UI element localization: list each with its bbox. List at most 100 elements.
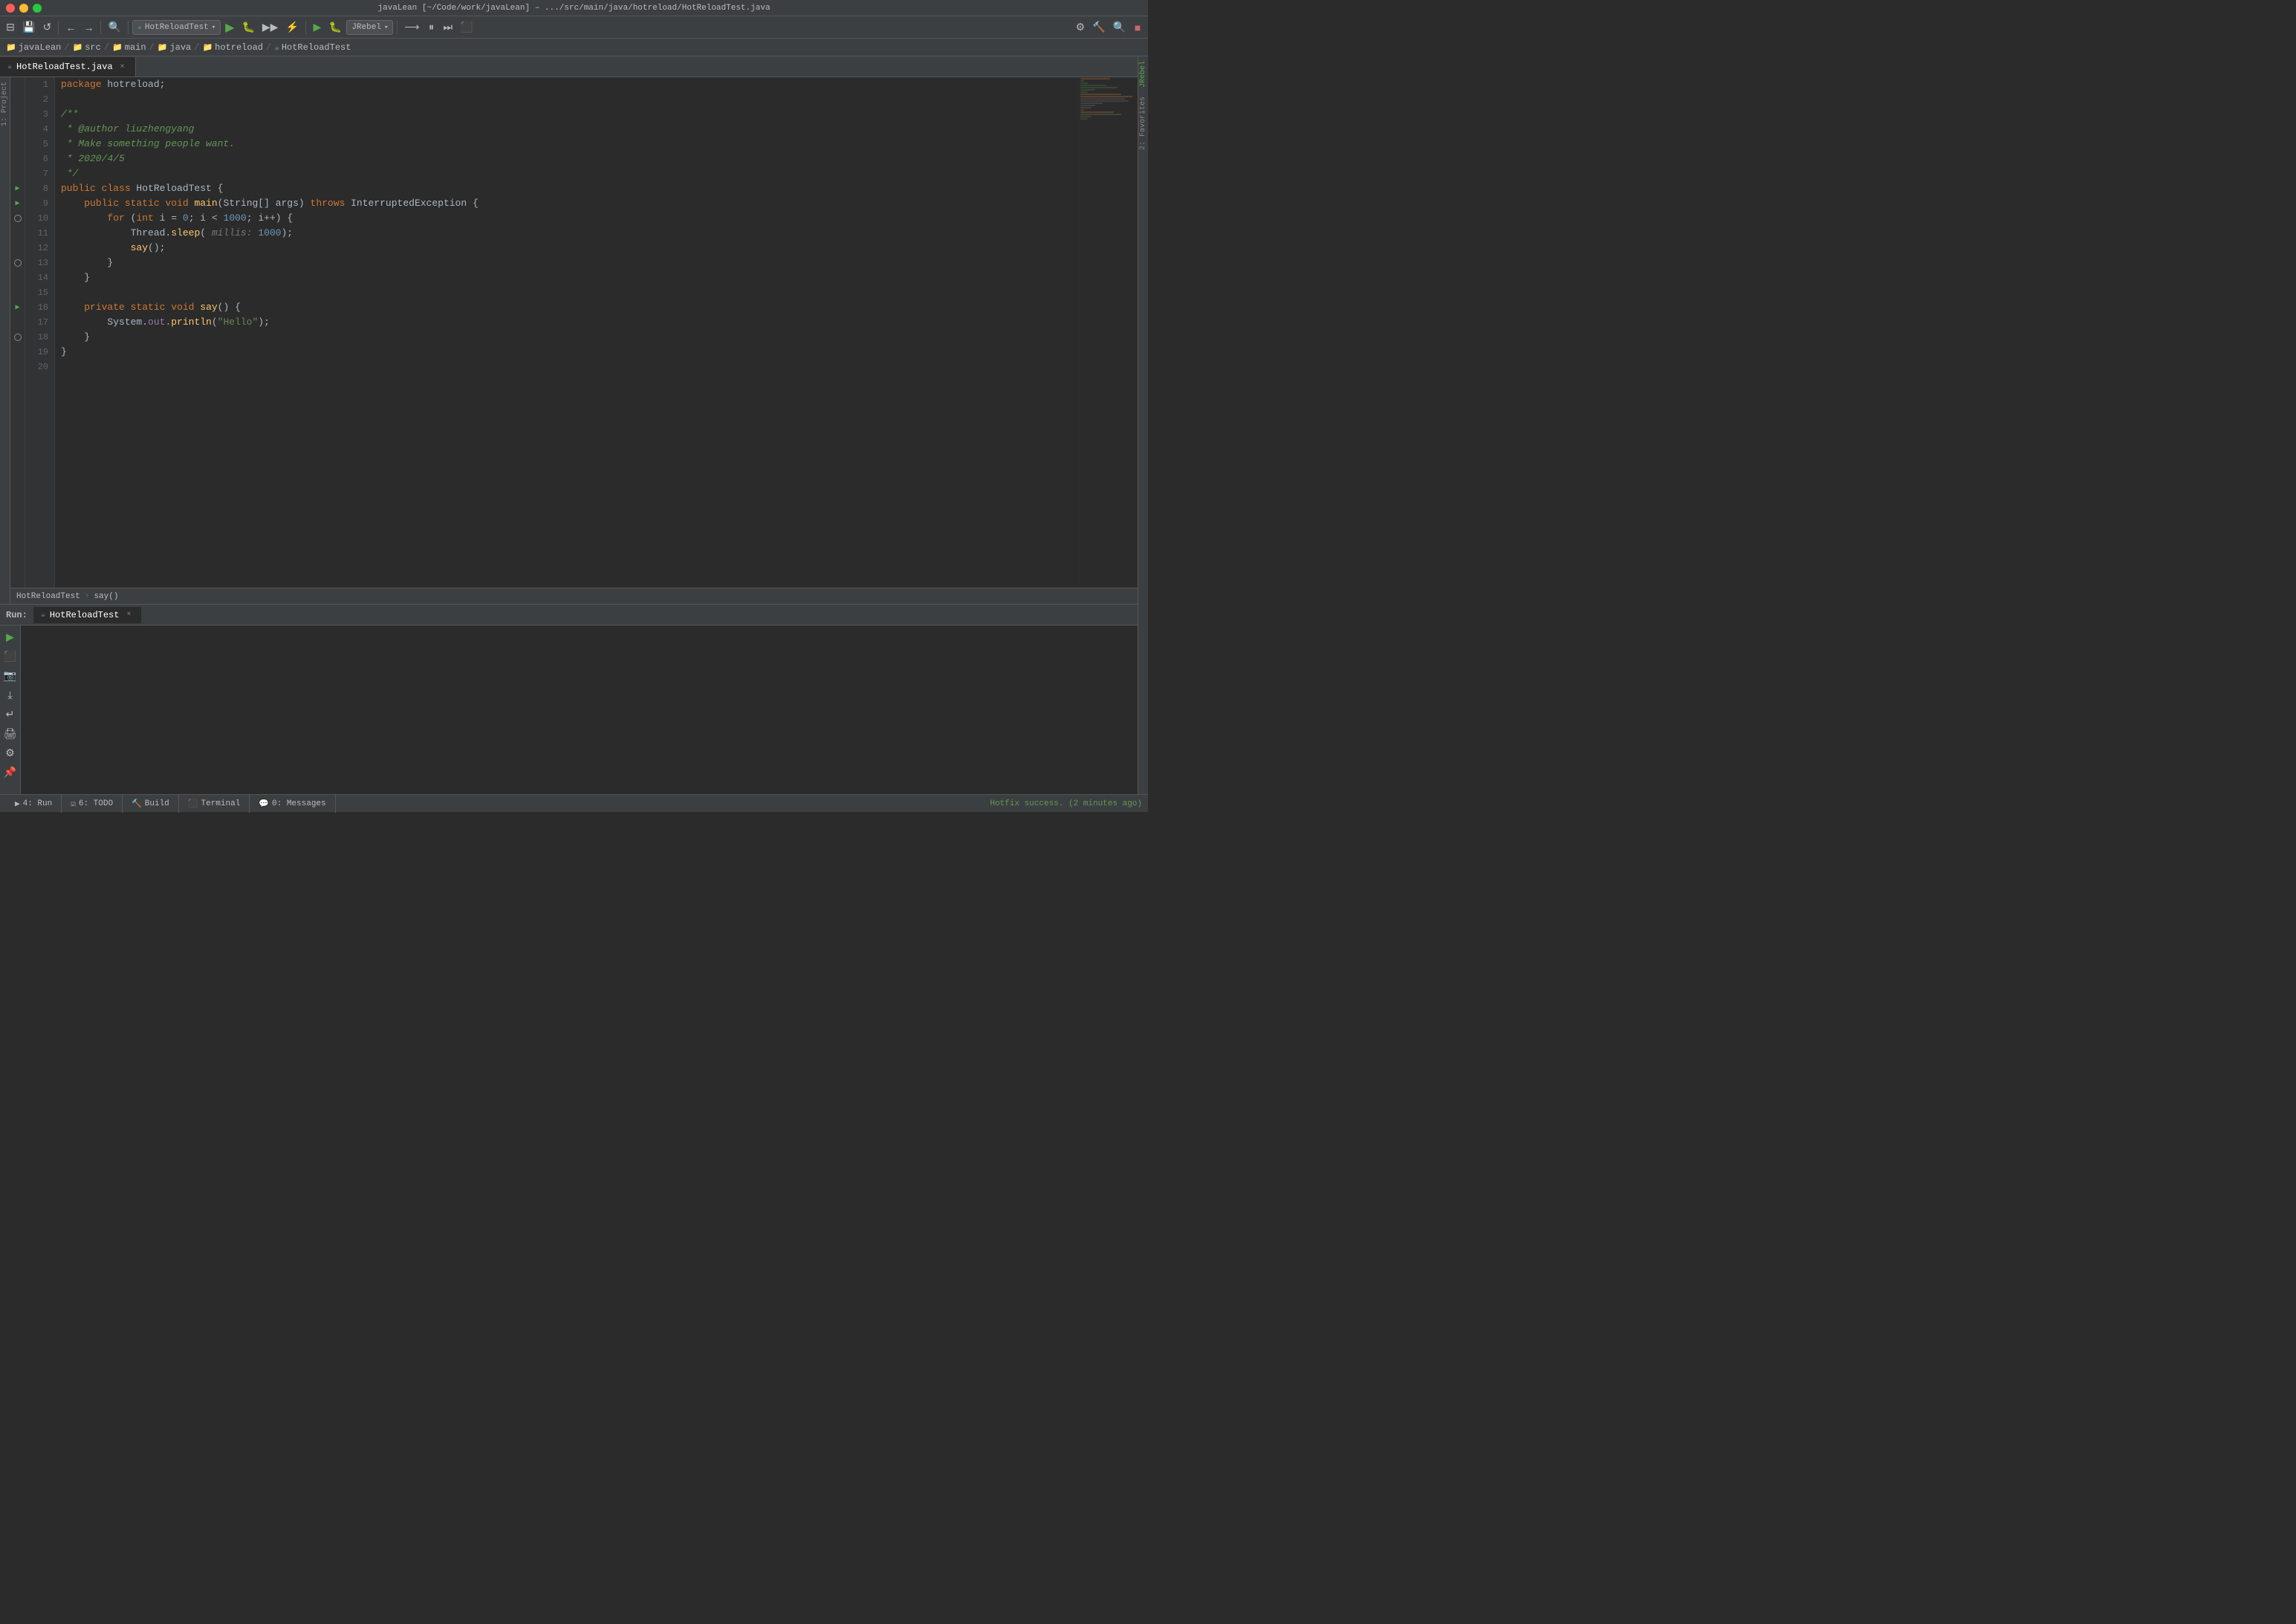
stop-button[interactable]: ⬛ — [457, 19, 476, 36]
maximize-button[interactable] — [33, 4, 42, 13]
tab-close-button[interactable]: × — [117, 62, 128, 72]
scroll-end-button[interactable]: ⤓ — [2, 686, 19, 703]
tab-hotreloadtest[interactable]: ☕ HotReloadTest.java × — [0, 57, 136, 77]
gutter-run-16[interactable]: ▶ — [10, 300, 25, 315]
messages-icon: 💬 — [259, 799, 269, 809]
gutter-3 — [10, 107, 25, 122]
use-soft-wraps-button[interactable]: ↵ — [2, 706, 19, 722]
forward-button[interactable]: → — [80, 19, 97, 36]
pause-button[interactable]: ⏸ — [424, 19, 438, 36]
title-bar: javaLean [~/Code/work/javaLean] – .../sr… — [0, 0, 1148, 16]
build-icon: 🔨 — [132, 799, 142, 809]
favorites-side-label[interactable]: 2: Favorites — [1138, 92, 1148, 155]
code-line-15 — [61, 285, 1072, 300]
src-icon: 📁 — [73, 42, 83, 53]
rerun-button[interactable]: ▶ — [2, 629, 19, 645]
gutter-10 — [10, 211, 25, 226]
minimap — [1078, 77, 1138, 588]
run-tab-close[interactable]: × — [123, 610, 134, 620]
main-icon: 📁 — [112, 42, 123, 53]
bottom-tab-todo[interactable]: ☑ 6: TODO — [62, 795, 123, 813]
window-title: javaLean [~/Code/work/javaLean] – .../sr… — [377, 4, 770, 13]
jrebel-debug-button[interactable]: 🐛 — [326, 19, 345, 36]
run-button[interactable]: ▶ — [222, 19, 237, 36]
bottom-tab-messages[interactable]: 💬 0: Messages — [250, 795, 335, 813]
search-everywhere-button[interactable]: 🔍 — [105, 19, 123, 36]
jrebel-run-button[interactable]: ▶ — [310, 19, 325, 36]
settings-button[interactable]: ⚙ — [1073, 19, 1089, 36]
gutter-11 — [10, 226, 25, 241]
code-line-8: public class HotReloadTest { — [61, 181, 1072, 196]
java-folder-icon: 📁 — [158, 42, 168, 53]
code-line-20 — [61, 360, 1072, 374]
breadcrumb-src[interactable]: 📁 src — [73, 42, 101, 53]
gutter-run-9[interactable]: ▶ — [10, 196, 25, 211]
back-button[interactable]: ← — [62, 19, 79, 36]
print-button[interactable]: 🖨 — [2, 725, 19, 741]
jrebel-side-label[interactable]: JRebel — [1138, 56, 1148, 92]
editor-section: 1: Project ▶ ▶ — [0, 77, 1148, 604]
gutter-2 — [10, 92, 25, 107]
gutter-14 — [10, 270, 25, 285]
sync-button[interactable]: ↺ — [39, 19, 54, 36]
debug-button[interactable]: 🐛 — [239, 19, 257, 36]
bottom-status-bar: ▶ 4: Run ☑ 6: TODO 🔨 Build ⬛ Terminal 💬 … — [0, 794, 1148, 812]
vm-options-button[interactable]: ■ — [1130, 19, 1145, 36]
status-method[interactable]: say() — [94, 592, 118, 601]
code-line-7: */ — [61, 166, 1072, 181]
breadcrumb-java[interactable]: 📁 java — [158, 42, 192, 53]
restore-layout-button[interactable]: 📷 — [2, 667, 19, 683]
editor-tab-bar: ☕ HotReloadTest.java × — [0, 56, 1148, 77]
breadcrumb-main[interactable]: 📁 main — [112, 42, 146, 53]
run-content: ▶ ⬛ 📷 ⤓ ↵ 🖨 ⚙ 📌 — [0, 626, 1148, 812]
run-coverage-button[interactable]: ▶▶ — [259, 19, 282, 36]
code-line-5: * Make something people want. — [61, 137, 1072, 152]
gutter: ▶ ▶ ▶ — [10, 77, 25, 588]
breadcrumb-javaLean[interactable]: 📁 javaLean — [6, 42, 61, 53]
code-line-16: private static void say() { — [61, 300, 1072, 315]
code-line-12: say(); — [61, 241, 1072, 256]
breadcrumb-class[interactable]: ☕ HotReloadTest — [274, 42, 351, 53]
minimize-button[interactable] — [19, 4, 28, 13]
pin-button[interactable]: 📌 — [2, 764, 19, 780]
project-panel-label[interactable]: 1: Project — [0, 77, 10, 131]
bottom-tab-terminal[interactable]: ⬛ Terminal — [179, 795, 250, 813]
bottom-tab-run[interactable]: ▶ 4: Run — [6, 795, 62, 813]
stop-run-button[interactable]: ⬛ — [2, 648, 19, 664]
code-line-19: } — [61, 345, 1072, 360]
settings-run-button[interactable]: ⚙ — [2, 744, 19, 761]
run-panel-tabs: Run: ☕ HotReloadTest × — [0, 605, 1148, 626]
run-config-dropdown[interactable]: ☕ HotReloadTest ▾ — [132, 20, 221, 35]
step-resume-button[interactable]: ⏭ — [440, 19, 455, 36]
find-button[interactable]: 🔍 — [1110, 19, 1129, 36]
breadcrumb-hotreload[interactable]: 📁 hotreload — [202, 42, 263, 53]
editor-status-bar: HotReloadTest › say() — [10, 588, 1138, 604]
run-tab-hotreloadtest[interactable]: ☕ HotReloadTest × — [33, 607, 142, 623]
status-class[interactable]: HotReloadTest — [16, 592, 80, 601]
code-line-2 — [61, 92, 1072, 107]
sep4 — [305, 21, 306, 34]
code-editor[interactable]: package hotreload; /** * @author liuzhen… — [55, 77, 1078, 588]
build-button[interactable]: 🔨 — [1089, 19, 1108, 36]
code-line-13: } — [61, 256, 1072, 270]
code-line-17: System.out.println("Hello"); — [61, 315, 1072, 330]
gutter-7 — [10, 166, 25, 181]
gutter-18 — [10, 330, 25, 345]
hotfix-message: Hotfix success. (2 minutes ago) — [990, 799, 1142, 808]
code-line-6: * 2020/4/5 — [61, 152, 1072, 166]
jrebel-dropdown[interactable]: JRebel ▾ — [346, 20, 393, 35]
class-icon: ☕ — [274, 42, 279, 53]
profile-button[interactable]: ⚡ — [282, 19, 301, 36]
gutter-run-8[interactable]: ▶ — [10, 181, 25, 196]
bottom-tab-build[interactable]: 🔨 Build — [123, 795, 179, 813]
save-button[interactable]: 💾 — [19, 19, 38, 36]
code-line-18: } — [61, 330, 1072, 345]
gutter-19 — [10, 345, 25, 360]
sep2 — [100, 21, 101, 34]
terminal-icon: ⬛ — [188, 799, 198, 809]
step-over-button[interactable]: ⟶ — [401, 19, 422, 36]
code-line-9: public static void main(String[] args) t… — [61, 196, 1072, 211]
close-button[interactable] — [6, 4, 15, 13]
project-button[interactable]: ⊟ — [3, 19, 18, 36]
app-window: javaLean [~/Code/work/javaLean] – .../sr… — [0, 0, 1148, 812]
